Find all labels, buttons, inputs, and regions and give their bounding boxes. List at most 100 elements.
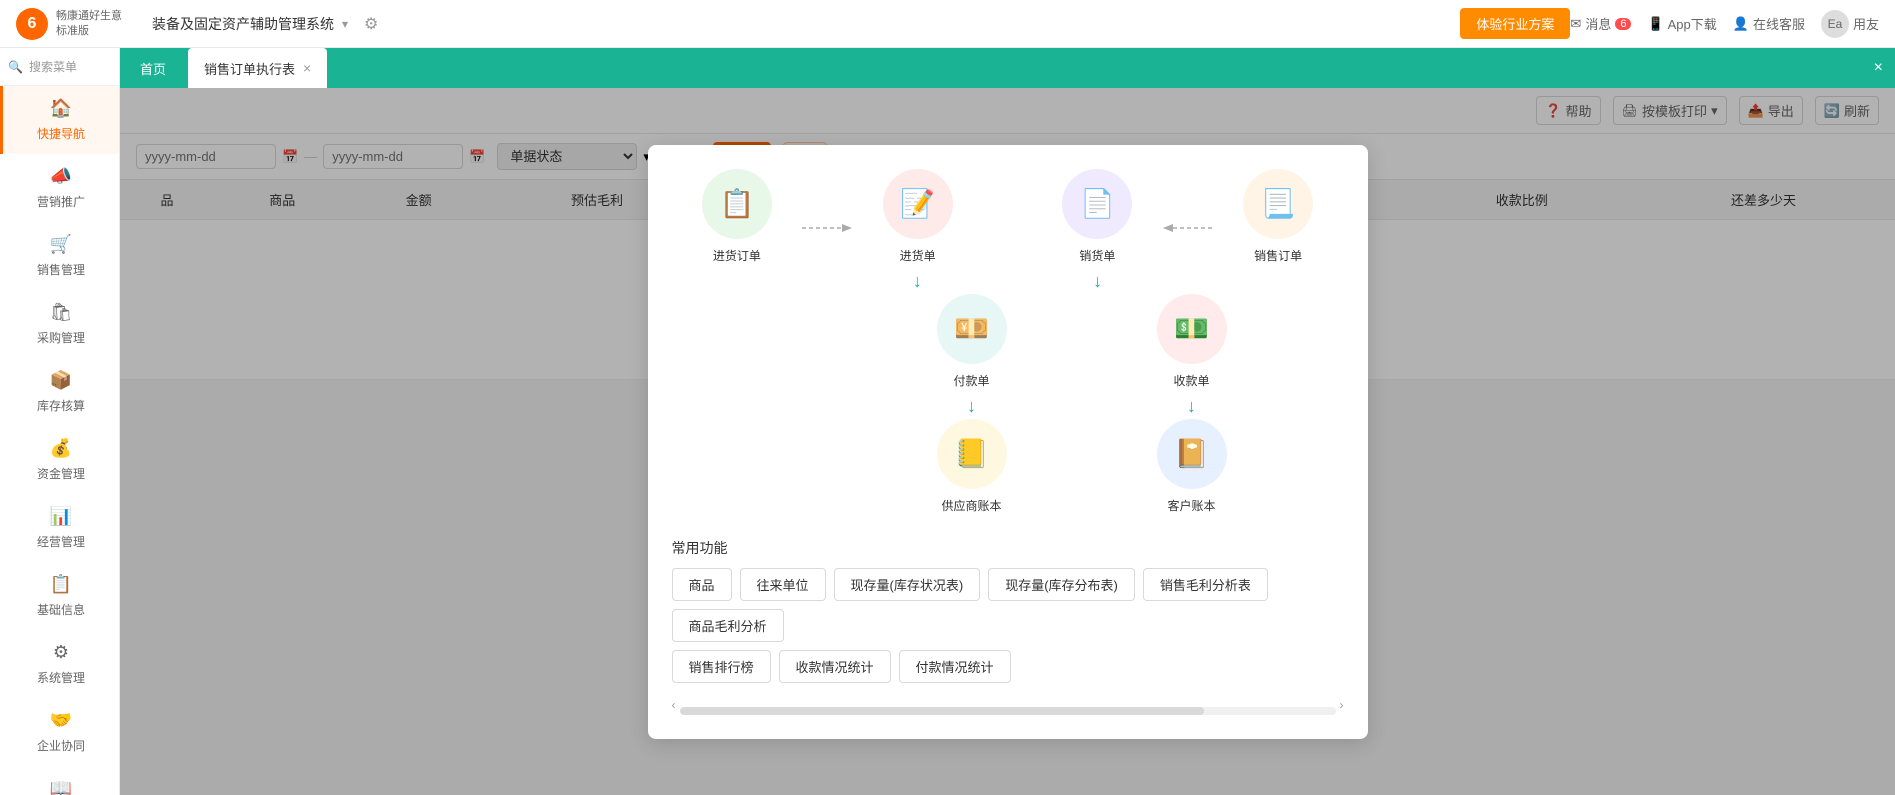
main-layout: 🔍 搜索菜单 🏠 快捷导航 📣 营销推广 🛒 销售管理 🛍 采购管理 📦 库存核… — [0, 48, 1895, 795]
top-header: 6 畅康通好生意 标准版 装备及固定资产辅助管理系统 ▾ ⚙ 体验行业方案 ✉ … — [0, 0, 1895, 48]
receipt-label: 收款单 — [1173, 372, 1209, 389]
sidebar-item-system[interactable]: ⚙ 系统管理 — [0, 630, 119, 698]
sidebar-item-purchase[interactable]: 🛍 采购管理 — [0, 290, 119, 358]
common-btn-product-gross[interactable]: 商品毛利分析 — [672, 609, 784, 642]
sidebar-item-basic-info[interactable]: 📋 基础信息 — [0, 562, 119, 630]
system-title: 装备及固定资产辅助管理系统 ▾ ⚙ — [152, 14, 1460, 34]
user-area[interactable]: Ea 用友 — [1821, 10, 1879, 38]
sidebar-item-collab[interactable]: 🤝 企业协同 — [0, 698, 119, 766]
download-icon: 📱 — [1647, 16, 1663, 32]
flow-popup: 📋 进货订单 — [648, 145, 1368, 739]
customer-account-label: 客户账本 — [1167, 497, 1215, 514]
home-icon: 🏠 — [50, 98, 72, 119]
sidebar-item-guide[interactable]: 📖 新手引导 — [0, 766, 119, 795]
tab-bar-close-button[interactable]: × — [1874, 59, 1883, 77]
flow-col-2: 📝 进货单 — [852, 169, 983, 264]
flow-col-4: 📃 销售订单 — [1213, 169, 1344, 264]
common-btn-sales-rank[interactable]: 销售排行榜 — [672, 650, 771, 683]
purchase-icon: 🛍 — [50, 302, 73, 323]
sidebar-item-inventory[interactable]: 📦 库存核算 — [0, 358, 119, 426]
logo-icon: 6 — [16, 8, 48, 40]
tab-sales-order[interactable]: 销售订单执行表 × — [188, 48, 327, 88]
logo-area: 6 畅康通好生意 标准版 — [16, 8, 136, 40]
common-btn-stock-status[interactable]: 现存量(库存状况表) — [834, 568, 981, 601]
marketing-icon: 📣 — [50, 166, 72, 187]
scroll-left-arrow[interactable]: ‹ — [672, 698, 676, 712]
content-inner: ❓ 帮助 🖨 按模板打印 ▾ 📤 导出 🔄 刷新 — [120, 88, 1895, 795]
sidebar-item-finance[interactable]: 💰 资金管理 — [0, 426, 119, 494]
purchase-order-label: 进货订单 — [713, 247, 761, 264]
sales-receipt-label: 销货单 — [1079, 247, 1115, 264]
common-btn-payment-stats[interactable]: 付款情况统计 — [899, 650, 1011, 683]
popup-scrollbar-container: ‹ › — [672, 695, 1344, 715]
user-avatar: Ea — [1821, 10, 1849, 38]
payment-label: 付款单 — [953, 372, 989, 389]
system-icon: ⚙ — [53, 642, 69, 663]
tab-close-button[interactable]: × — [303, 60, 311, 76]
down-arrow-sales: ↓ — [1093, 272, 1102, 290]
popup-scrollbar[interactable] — [680, 707, 1336, 715]
supplier-account-node[interactable]: 📒 — [937, 419, 1007, 489]
sales-order-label: 销售订单 — [1254, 247, 1302, 264]
flow-col-receipt: 💵 收款单 — [1112, 294, 1272, 389]
flow-col-1: 📋 进货订单 — [672, 169, 803, 264]
customer-account-node[interactable]: 📔 — [1157, 419, 1227, 489]
down-arrow-receipt: ↓ — [1187, 397, 1196, 415]
purchase-receipt-node[interactable]: 📝 — [883, 169, 953, 239]
flow-col-3: 📄 销货单 — [1032, 169, 1163, 264]
purchase-order-node[interactable]: 📋 — [702, 169, 772, 239]
common-buttons-row2: 销售排行榜 收款情况统计 付款情况统计 — [672, 650, 1344, 683]
receipt-node[interactable]: 💵 — [1157, 294, 1227, 364]
finance-icon: 💰 — [50, 438, 72, 459]
message-button[interactable]: ✉ 消息 6 — [1570, 14, 1631, 33]
header-right: ✉ 消息 6 📱 App下载 👤 在线客服 Ea 用友 — [1570, 10, 1879, 38]
sales-receipt-node[interactable]: 📄 — [1062, 169, 1132, 239]
arrow-left-1 — [1163, 220, 1213, 236]
system-name: 装备及固定资产辅助管理系统 — [152, 14, 334, 34]
purchase-receipt-label: 进货单 — [900, 247, 936, 264]
common-btn-sales-gross[interactable]: 销售毛利分析表 — [1143, 568, 1268, 601]
scroll-right-arrow[interactable]: › — [1340, 698, 1344, 712]
operations-icon: 📊 — [50, 506, 72, 527]
common-btn-receipt-stats[interactable]: 收款情况统计 — [779, 650, 891, 683]
down-arrow-purchase: ↓ — [913, 272, 922, 290]
tab-home[interactable]: 首页 — [120, 48, 186, 88]
app-download-button[interactable]: 📱 App下载 — [1647, 14, 1716, 33]
flow-section: 📋 进货订单 — [672, 169, 1344, 514]
sidebar-item-sales[interactable]: 🛒 销售管理 — [0, 222, 119, 290]
common-btn-product[interactable]: 商品 — [672, 568, 732, 601]
content-area: 首页 销售订单执行表 × × ❓ 帮助 🖨 按模板打印 ▾ — [120, 48, 1895, 795]
sidebar-item-marketing[interactable]: 📣 营销推广 — [0, 154, 119, 222]
payment-node[interactable]: 💴 — [937, 294, 1007, 364]
message-badge: 6 — [1615, 18, 1631, 30]
sales-icon: 🛒 — [50, 234, 72, 255]
flow-col-supplier: 📒 供应商账本 — [892, 419, 1052, 514]
sidebar-search[interactable]: 🔍 搜索菜单 — [0, 48, 119, 86]
supplier-account-label: 供应商账本 — [941, 497, 1001, 514]
collab-icon: 🤝 — [50, 710, 72, 731]
sidebar-item-quick-nav[interactable]: 🏠 快捷导航 — [0, 86, 119, 154]
settings-icon[interactable]: ⚙ — [364, 14, 378, 34]
flow-col-customer: 📔 客户账本 — [1112, 419, 1272, 514]
sales-order-node[interactable]: 📃 — [1243, 169, 1313, 239]
common-btn-partner[interactable]: 往来单位 — [740, 568, 826, 601]
common-buttons: 商品 往来单位 现存量(库存状况表) 现存量(库存分布表) 销售毛利分析表 商品… — [672, 568, 1344, 642]
search-icon: 🔍 — [8, 60, 23, 74]
tab-bar: 首页 销售订单执行表 × × — [120, 48, 1895, 88]
popup-overlay[interactable]: 📋 进货订单 — [120, 88, 1895, 795]
basic-info-icon: 📋 — [50, 574, 72, 595]
arrow-right-1 — [802, 220, 852, 236]
dropdown-arrow-icon[interactable]: ▾ — [342, 17, 348, 31]
sidebar-item-operations[interactable]: 📊 经营管理 — [0, 494, 119, 562]
trial-button[interactable]: 体验行业方案 — [1460, 8, 1570, 39]
flow-col-payment: 💴 付款单 — [892, 294, 1052, 389]
logo-text: 畅康通好生意 标准版 — [56, 9, 122, 38]
popup-scrollbar-thumb — [680, 707, 1205, 715]
online-service-button[interactable]: 👤 在线客服 — [1733, 14, 1805, 33]
message-icon: ✉ — [1570, 16, 1581, 32]
down-arrow-payment: ↓ — [967, 397, 976, 415]
sidebar: 🔍 搜索菜单 🏠 快捷导航 📣 营销推广 🛒 销售管理 🛍 采购管理 📦 库存核… — [0, 48, 120, 795]
guide-icon: 📖 — [50, 778, 72, 795]
common-section: 常用功能 商品 往来单位 现存量(库存状况表) 现存量(库存分布表) 销售毛利分… — [672, 538, 1344, 683]
common-btn-stock-dist[interactable]: 现存量(库存分布表) — [988, 568, 1135, 601]
